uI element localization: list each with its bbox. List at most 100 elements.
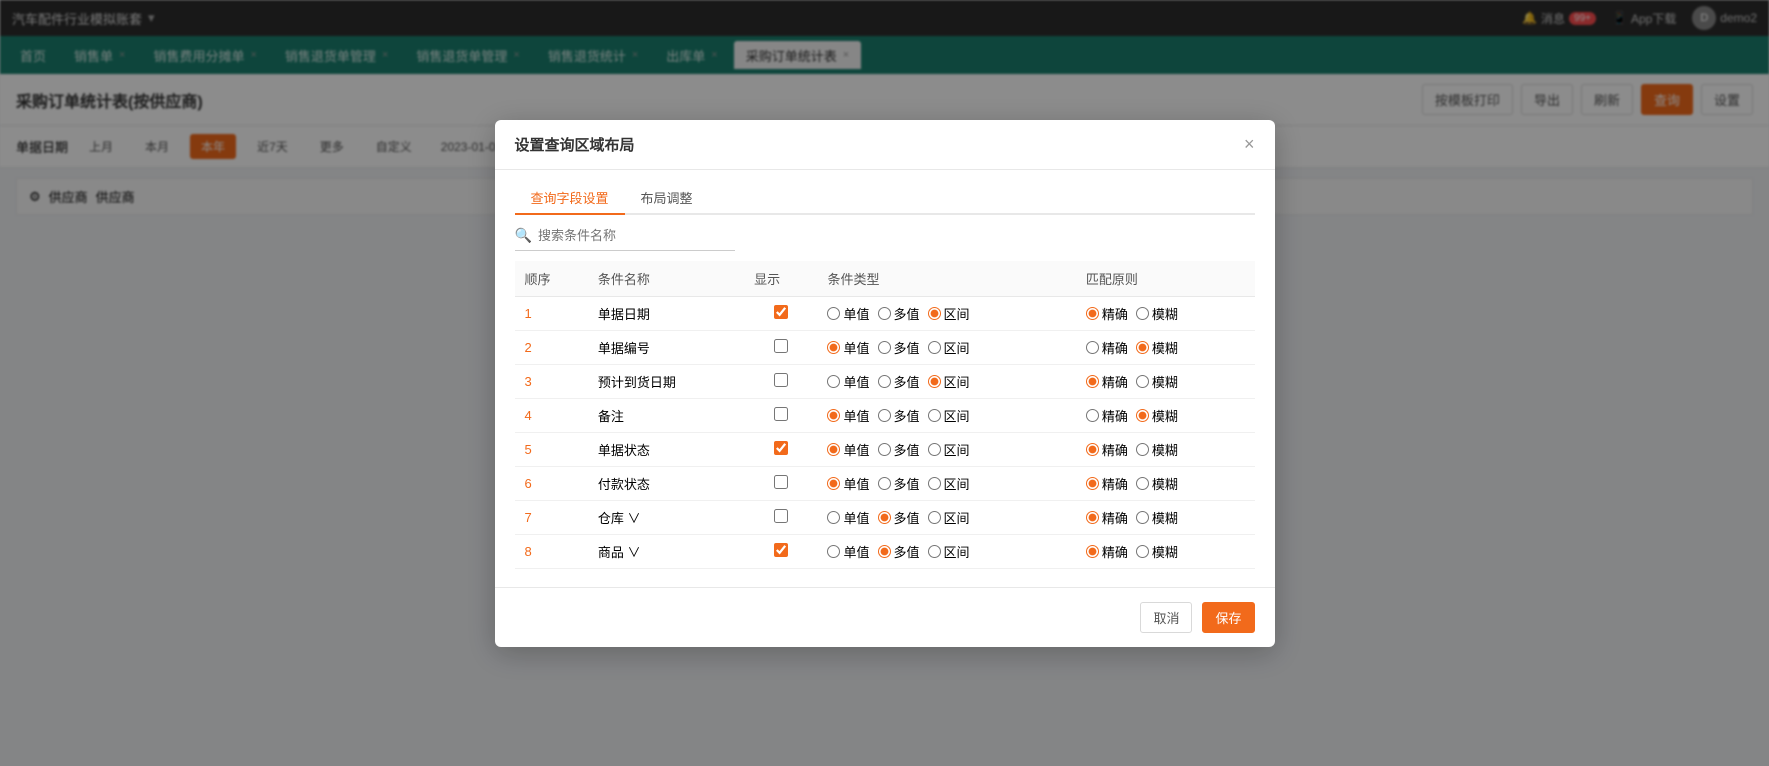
type-option-多值[interactable]: 多值	[878, 508, 920, 527]
modal-header: 设置查询区域布局 ×	[495, 120, 1275, 170]
row-display[interactable]	[744, 500, 817, 534]
type-option-单值[interactable]: 单值	[827, 440, 869, 459]
type-option-多值[interactable]: 多值	[878, 338, 920, 357]
row-display[interactable]	[744, 534, 817, 568]
type-option-区间[interactable]: 区间	[928, 508, 970, 527]
match-option-模糊[interactable]: 模糊	[1136, 304, 1178, 323]
match-option-模糊[interactable]: 模糊	[1136, 542, 1178, 561]
row-display[interactable]	[744, 398, 817, 432]
type-option-单值[interactable]: 单值	[827, 474, 869, 493]
row-name: 备注	[588, 398, 744, 432]
row-type[interactable]: 单值多值区间	[817, 364, 1075, 398]
row-name: 付款状态	[588, 466, 744, 500]
row-type[interactable]: 单值多值区间	[817, 500, 1075, 534]
row-order: 4	[515, 398, 588, 432]
row-display[interactable]	[744, 330, 817, 364]
type-option-多值[interactable]: 多值	[878, 406, 920, 425]
table-row: 2单据编号单值多值区间精确模糊	[515, 330, 1255, 364]
col-order-header: 顺序	[515, 261, 588, 297]
match-option-模糊[interactable]: 模糊	[1136, 406, 1178, 425]
match-option-精确[interactable]: 精确	[1086, 304, 1128, 323]
match-option-精确[interactable]: 精确	[1086, 440, 1128, 459]
type-option-多值[interactable]: 多值	[878, 372, 920, 391]
type-option-区间[interactable]: 区间	[928, 440, 970, 459]
modal-tab-fields[interactable]: 查询字段设置	[515, 182, 625, 215]
search-input[interactable]	[538, 228, 735, 243]
type-option-区间[interactable]: 区间	[928, 338, 970, 357]
save-button[interactable]: 保存	[1202, 602, 1254, 633]
match-option-精确[interactable]: 精确	[1086, 372, 1128, 391]
type-option-单值[interactable]: 单值	[827, 406, 869, 425]
type-option-单值[interactable]: 单值	[827, 508, 869, 527]
display-checkbox[interactable]	[774, 543, 788, 557]
search-box: 🔍	[515, 227, 735, 251]
modal-tab-layout[interactable]: 布局调整	[625, 182, 709, 215]
row-match[interactable]: 精确模糊	[1076, 568, 1255, 571]
cancel-button[interactable]: 取消	[1140, 602, 1192, 633]
match-option-精确[interactable]: 精确	[1086, 508, 1128, 527]
row-type[interactable]: 单值多值区间	[817, 432, 1075, 466]
row-match[interactable]: 精确模糊	[1076, 432, 1255, 466]
match-option-模糊[interactable]: 模糊	[1136, 372, 1178, 391]
display-checkbox[interactable]	[774, 373, 788, 387]
row-display[interactable]	[744, 568, 817, 571]
row-name: 属性 ∨	[588, 568, 744, 571]
type-option-区间[interactable]: 区间	[928, 542, 970, 561]
modal-body: 查询字段设置 布局调整 🔍 顺序 条件名称 显示	[495, 170, 1275, 587]
match-option-模糊[interactable]: 模糊	[1136, 440, 1178, 459]
row-match[interactable]: 精确模糊	[1076, 500, 1255, 534]
row-name: 仓库 ∨	[588, 500, 744, 534]
match-option-精确[interactable]: 精确	[1086, 474, 1128, 493]
match-option-精确[interactable]: 精确	[1086, 542, 1128, 561]
row-display[interactable]	[744, 466, 817, 500]
row-display[interactable]	[744, 296, 817, 330]
display-checkbox[interactable]	[774, 475, 788, 489]
modal-tab-layout-label: 布局调整	[641, 191, 693, 206]
match-option-模糊[interactable]: 模糊	[1136, 338, 1178, 357]
row-type[interactable]: 单值多值区间	[817, 568, 1075, 571]
type-option-单值[interactable]: 单值	[827, 372, 869, 391]
type-option-多值[interactable]: 多值	[878, 440, 920, 459]
match-option-模糊[interactable]: 模糊	[1136, 508, 1178, 527]
type-option-单值[interactable]: 单值	[827, 304, 869, 323]
type-option-区间[interactable]: 区间	[928, 372, 970, 391]
match-option-精确[interactable]: 精确	[1086, 338, 1128, 357]
display-checkbox[interactable]	[774, 509, 788, 523]
modal-close-button[interactable]: ×	[1244, 135, 1255, 153]
col-name-header: 条件名称	[588, 261, 744, 297]
row-match[interactable]: 精确模糊	[1076, 534, 1255, 568]
type-option-单值[interactable]: 单值	[827, 542, 869, 561]
row-type[interactable]: 单值多值区间	[817, 296, 1075, 330]
type-option-单值[interactable]: 单值	[827, 338, 869, 357]
modal-footer: 取消 保存	[495, 587, 1275, 647]
row-type[interactable]: 单值多值区间	[817, 466, 1075, 500]
search-icon: 🔍	[515, 227, 532, 244]
type-option-多值[interactable]: 多值	[878, 474, 920, 493]
type-option-区间[interactable]: 区间	[928, 304, 970, 323]
row-match[interactable]: 精确模糊	[1076, 466, 1255, 500]
col-match-header: 匹配原则	[1076, 261, 1255, 297]
row-match[interactable]: 精确模糊	[1076, 296, 1255, 330]
row-type[interactable]: 单值多值区间	[817, 398, 1075, 432]
match-option-精确[interactable]: 精确	[1086, 406, 1128, 425]
row-match[interactable]: 精确模糊	[1076, 364, 1255, 398]
row-display[interactable]	[744, 432, 817, 466]
type-option-区间[interactable]: 区间	[928, 406, 970, 425]
table-row: 5单据状态单值多值区间精确模糊	[515, 432, 1255, 466]
type-option-多值[interactable]: 多值	[878, 542, 920, 561]
type-option-多值[interactable]: 多值	[878, 304, 920, 323]
type-option-区间[interactable]: 区间	[928, 474, 970, 493]
row-order: 2	[515, 330, 588, 364]
display-checkbox[interactable]	[774, 407, 788, 421]
row-match[interactable]: 精确模糊	[1076, 398, 1255, 432]
match-option-模糊[interactable]: 模糊	[1136, 474, 1178, 493]
row-match[interactable]: 精确模糊	[1076, 330, 1255, 364]
row-type[interactable]: 单值多值区间	[817, 534, 1075, 568]
display-checkbox[interactable]	[774, 441, 788, 455]
row-order: 7	[515, 500, 588, 534]
display-checkbox[interactable]	[774, 305, 788, 319]
row-display[interactable]	[744, 364, 817, 398]
row-name: 单据日期	[588, 296, 744, 330]
row-type[interactable]: 单值多值区间	[817, 330, 1075, 364]
display-checkbox[interactable]	[774, 339, 788, 353]
